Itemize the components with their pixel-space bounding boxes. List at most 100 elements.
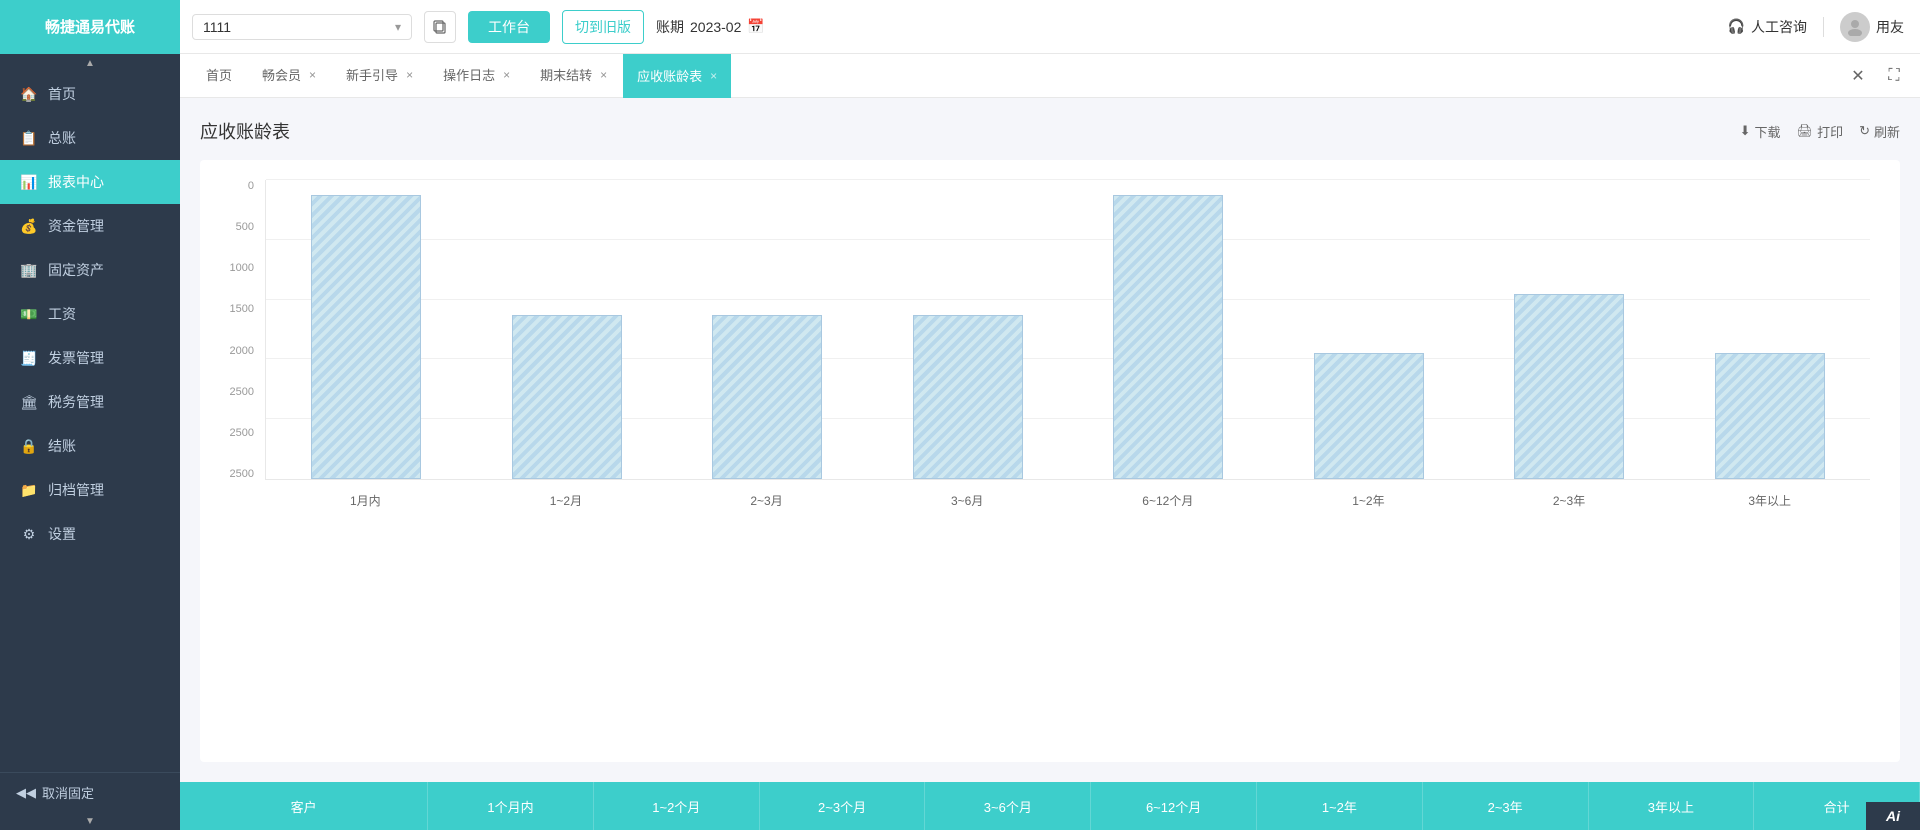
sidebar-scroll-down[interactable]: ▼ <box>0 812 180 830</box>
copy-button[interactable] <box>424 11 456 43</box>
avatar <box>1840 12 1870 42</box>
chart-container: 2500250025002000150010005000 1月内1~2月2~3月… <box>200 160 1900 762</box>
bar-6~12个月 <box>1113 195 1223 479</box>
bar-2~3年 <box>1514 294 1624 479</box>
refresh-icon: ↻ <box>1859 123 1870 139</box>
print-button[interactable]: 🖨 打印 <box>1797 122 1844 141</box>
app-logo: 畅捷通易代账 <box>45 16 135 37</box>
tab-home[interactable]: 首页 <box>192 54 246 98</box>
company-selector[interactable]: 1111 ▾ <box>192 14 412 40</box>
download-icon: ⬇ <box>1740 123 1751 139</box>
fullscreen-button[interactable]: ⛶ <box>1880 62 1908 90</box>
sidebar-item-close[interactable]: 🔒 结账 <box>0 424 180 468</box>
table-col-header: 1~2个月 <box>594 782 760 830</box>
sidebar-label-tax: 税务管理 <box>48 392 104 412</box>
sidebar-item-home[interactable]: 🏠 首页 <box>0 72 180 116</box>
sidebar-item-funds[interactable]: 💰 资金管理 <box>0 204 180 248</box>
y-label: 2500 <box>220 386 260 398</box>
page-title: 应收账龄表 <box>200 118 290 144</box>
x-label-1月内: 1月内 <box>265 480 466 520</box>
sidebar-item-settings[interactable]: ⚙ 设置 <box>0 512 180 556</box>
sidebar-item-invoice[interactable]: 🧾 发票管理 <box>0 336 180 380</box>
sidebar-label-salary: 工资 <box>48 304 76 324</box>
tab-label-member: 畅会员 <box>262 65 301 84</box>
print-icon: 🖨 <box>1797 123 1814 139</box>
funds-icon: 💰 <box>20 217 38 235</box>
tab-label-guide: 新手引导 <box>346 65 398 84</box>
main-layout: ▲ 🏠 首页 📋 总账 📊 报表中心 💰 资金管理 🏢 固定资产 💵 工资 🧾 … <box>0 54 1920 830</box>
tab-bar-right: ✕ ⛶ <box>1844 62 1908 90</box>
sidebar-item-reports[interactable]: 📊 报表中心 <box>0 160 180 204</box>
tab-ar_aging[interactable]: 应收账龄表× <box>623 54 731 98</box>
x-label-1~2月: 1~2月 <box>466 480 667 520</box>
cancel-fixed-button[interactable]: ◀◀ 取消固定 <box>0 773 180 812</box>
close-icon: 🔒 <box>20 437 38 455</box>
tab-member[interactable]: 畅会员 × <box>248 54 330 98</box>
table-col-header: 客户 <box>180 782 428 830</box>
tab-guide[interactable]: 新手引导 × <box>332 54 427 98</box>
bar-1月内 <box>311 195 421 479</box>
tab-close-period_close[interactable]: × <box>600 68 607 82</box>
assets-icon: 🏢 <box>20 261 38 279</box>
ai-badge: Ai <box>1866 802 1920 830</box>
tab-label-home: 首页 <box>206 65 232 84</box>
consult-button[interactable]: 🎧 人工咨询 <box>1728 17 1807 37</box>
salary-icon: 💵 <box>20 305 38 323</box>
sidebar-item-tax[interactable]: 🏛 税务管理 <box>0 380 180 424</box>
bar-3~6月 <box>913 315 1023 479</box>
sidebar-bottom: ◀◀ 取消固定 <box>0 772 180 812</box>
calendar-icon[interactable]: 📅 <box>747 18 764 35</box>
workbench-button[interactable]: 工作台 <box>468 11 550 43</box>
table-col-header: 1~2年 <box>1257 782 1423 830</box>
bar-group-2~3月 <box>667 180 868 479</box>
sidebar-item-assets[interactable]: 🏢 固定资产 <box>0 248 180 292</box>
switch-version-button[interactable]: 切到旧版 <box>562 10 644 44</box>
tab-period_close[interactable]: 期末结转 × <box>526 54 621 98</box>
user-button[interactable]: 用友 <box>1840 12 1904 42</box>
content-area: 首页畅会员×新手引导×操作日志×期末结转×应收账龄表× ✕ ⛶ 应收账龄表 ⬇ … <box>180 54 1920 830</box>
sidebar-items: 🏠 首页 📋 总账 📊 报表中心 💰 资金管理 🏢 固定资产 💵 工资 🧾 发票… <box>0 72 180 556</box>
y-label: 2000 <box>220 345 260 357</box>
bar-group-2~3年 <box>1469 180 1670 479</box>
sidebar-item-archive[interactable]: 📁 归档管理 <box>0 468 180 512</box>
x-label-1~2年: 1~2年 <box>1268 480 1469 520</box>
refresh-button[interactable]: ↻ 刷新 <box>1859 122 1900 141</box>
chart-plot <box>265 180 1870 480</box>
close-tab-button[interactable]: ✕ <box>1844 62 1872 90</box>
sidebar-label-settings: 设置 <box>48 524 76 544</box>
bar-3年以上 <box>1715 353 1825 479</box>
headset-icon: 🎧 <box>1728 18 1745 35</box>
tab-close-ar_aging[interactable]: × <box>710 69 717 83</box>
tab-close-member[interactable]: × <box>309 68 316 82</box>
download-button[interactable]: ⬇ 下载 <box>1740 122 1781 141</box>
bar-group-1月内 <box>266 180 467 479</box>
x-label-2~3年: 2~3年 <box>1469 480 1670 520</box>
user-icon <box>1846 18 1864 36</box>
tax-icon: 🏛 <box>20 393 38 411</box>
tab-label-period_close: 期末结转 <box>540 65 592 84</box>
table-col-header: 2~3年 <box>1423 782 1589 830</box>
tab-oplog[interactable]: 操作日志× <box>429 54 524 98</box>
y-label: 1000 <box>220 262 260 274</box>
sidebar-label-assets: 固定资产 <box>48 260 104 280</box>
y-label: 500 <box>220 221 260 233</box>
y-label: 1500 <box>220 303 260 315</box>
bottom-table-header: 客户1个月内1~2个月2~3个月3~6个月6~12个月1~2年2~3年3年以上合… <box>180 782 1920 830</box>
x-label-2~3月: 2~3月 <box>666 480 867 520</box>
tab-close-oplog[interactable]: × <box>503 68 510 82</box>
page-actions: ⬇ 下载 🖨 打印 ↻ 刷新 <box>1740 122 1900 141</box>
sidebar-scroll-up[interactable]: ▲ <box>0 54 180 72</box>
sidebar-label-archive: 归档管理 <box>48 480 104 500</box>
tab-close-guide[interactable]: × <box>406 68 413 82</box>
sidebar-item-ledger[interactable]: 📋 总账 <box>0 116 180 160</box>
page-header: 应收账龄表 ⬇ 下载 🖨 打印 ↻ 刷新 <box>200 118 1900 144</box>
table-col-header: 1个月内 <box>428 782 594 830</box>
sidebar-item-salary[interactable]: 💵 工资 <box>0 292 180 336</box>
bar-2~3月 <box>712 315 822 479</box>
y-label: 2500 <box>220 468 260 480</box>
sidebar-label-funds: 资金管理 <box>48 216 104 236</box>
table-col-header: 3年以上 <box>1589 782 1755 830</box>
x-label-6~12个月: 6~12个月 <box>1068 480 1269 520</box>
bar-1~2年 <box>1314 353 1424 479</box>
tabs-container: 首页畅会员×新手引导×操作日志×期末结转×应收账龄表× <box>192 54 731 98</box>
